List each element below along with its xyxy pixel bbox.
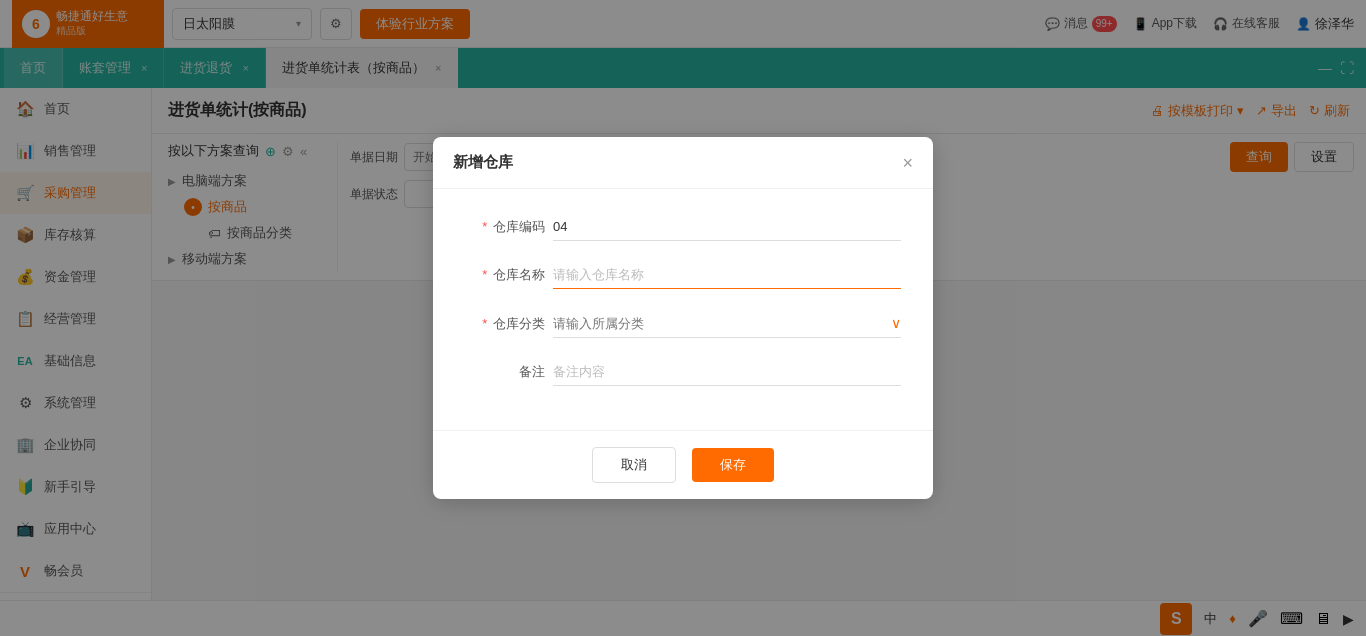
save-button[interactable]: 保存	[692, 448, 774, 482]
modal-overlay: 新增仓库 × * 仓库编码 * 仓库名称	[0, 0, 1366, 636]
warehouse-code-input[interactable]	[553, 213, 901, 241]
form-row-code: * 仓库编码	[465, 213, 901, 241]
warehouse-name-input[interactable]	[553, 261, 901, 289]
remark-input[interactable]	[553, 358, 901, 386]
form-row-remark: 备注	[465, 358, 901, 386]
category-input[interactable]	[553, 316, 891, 331]
remark-label-wrap: 备注	[465, 363, 545, 381]
category-select-row[interactable]: ∨	[553, 309, 901, 338]
modal-header: 新增仓库 ×	[433, 137, 933, 189]
cancel-button[interactable]: 取消	[592, 447, 676, 483]
code-label: 仓库编码	[493, 219, 545, 234]
code-label-wrap: * 仓库编码	[465, 218, 545, 236]
modal-close-button[interactable]: ×	[902, 154, 913, 172]
name-label: 仓库名称	[493, 267, 545, 282]
form-row-category: * 仓库分类 ∨	[465, 309, 901, 338]
modal-body: * 仓库编码 * 仓库名称 * 仓库分类	[433, 189, 933, 430]
modal-title: 新增仓库	[453, 153, 513, 172]
form-row-name: * 仓库名称	[465, 261, 901, 289]
modal-footer: 取消 保存	[433, 430, 933, 499]
name-label-wrap: * 仓库名称	[465, 266, 545, 284]
category-label-wrap: * 仓库分类	[465, 315, 545, 333]
remark-label: 备注	[519, 364, 545, 379]
add-warehouse-modal: 新增仓库 × * 仓库编码 * 仓库名称	[433, 137, 933, 499]
dropdown-arrow-icon: ∨	[891, 315, 901, 331]
category-label: 仓库分类	[493, 316, 545, 331]
